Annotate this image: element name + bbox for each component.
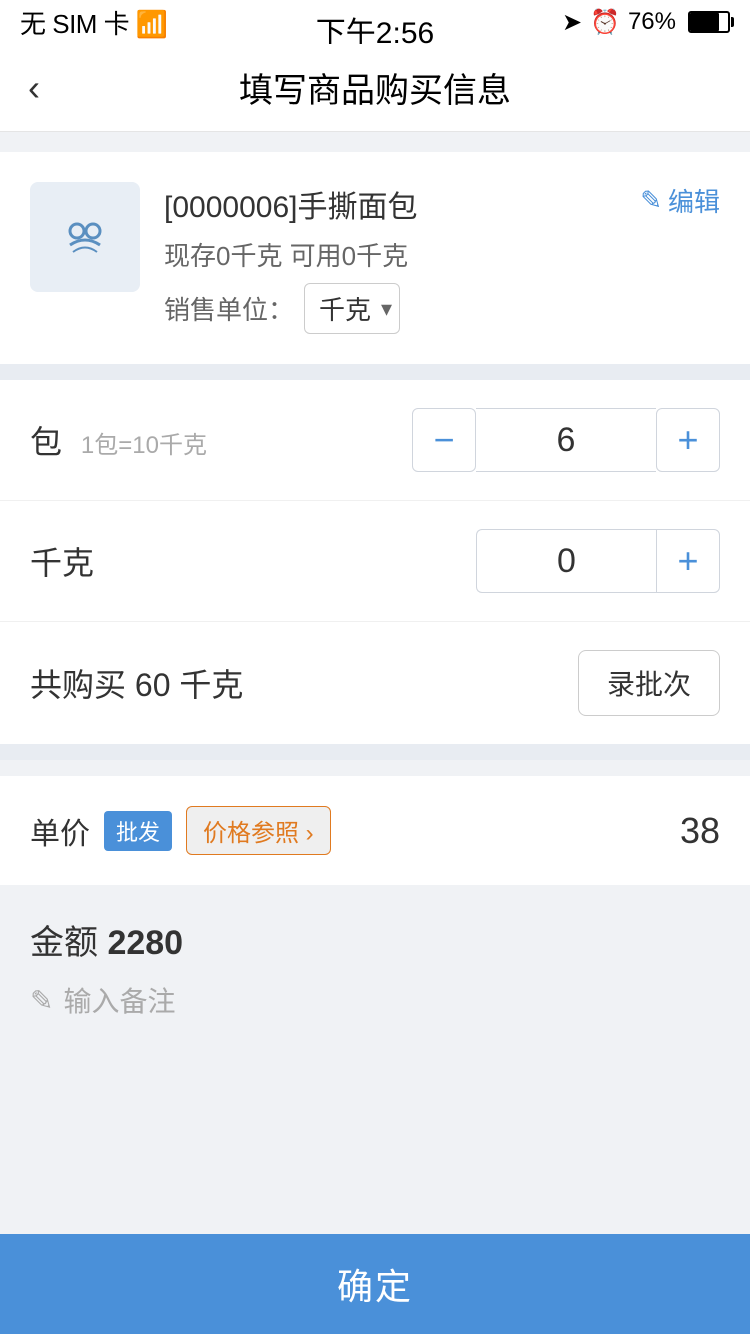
battery-text: 76% bbox=[628, 8, 676, 36]
product-card: [0000006]手撕面包 现存0千克 可用0千克 销售单位： 千克 ✎ 编辑 bbox=[0, 152, 750, 364]
page-title: 填写商品购买信息 bbox=[239, 63, 511, 112]
qty-plus-kg[interactable]: + bbox=[656, 529, 720, 593]
product-stock: 现存0千克 可用0千克 bbox=[164, 236, 720, 273]
summary-text: 共购买 60 千克 bbox=[30, 660, 243, 706]
divider-1 bbox=[0, 364, 750, 380]
quantity-row-kg: 千克 + bbox=[0, 501, 750, 622]
quantity-row-bao: 包 1包=10千克 − + bbox=[0, 380, 750, 501]
remark-icon: ✎ bbox=[30, 984, 53, 1017]
qty-label-bao: 包 1包=10千克 bbox=[30, 417, 412, 463]
status-left: 无 SIM 卡 📶 bbox=[20, 4, 168, 41]
qty-label-kg: 千克 bbox=[30, 538, 476, 584]
location-icon: ➤ bbox=[562, 8, 582, 37]
product-unit-row: 销售单位： 千克 bbox=[164, 283, 720, 334]
summary-row: 共购买 60 千克 录批次 bbox=[0, 622, 750, 744]
price-value: 38 bbox=[680, 810, 720, 852]
remark-placeholder[interactable]: 输入备注 bbox=[63, 980, 175, 1020]
back-button[interactable]: ‹ bbox=[28, 67, 40, 109]
product-info: [0000006]手撕面包 现存0千克 可用0千克 销售单位： 千克 bbox=[164, 182, 720, 334]
product-thumbnail bbox=[30, 182, 140, 292]
product-name: [0000006]手撕面包 bbox=[164, 182, 720, 226]
remark-row[interactable]: ✎ 输入备注 bbox=[30, 980, 720, 1020]
price-label: 单价 bbox=[30, 809, 90, 853]
batch-button[interactable]: 录批次 bbox=[578, 650, 720, 716]
amount-value: 2280 bbox=[107, 924, 183, 962]
status-bar: 无 SIM 卡 📶 下午2:56 ➤ ⏰ 76% bbox=[0, 0, 750, 44]
amount-section: 金额 2280 ✎ 输入备注 bbox=[0, 885, 750, 1040]
edit-icon: ✎ bbox=[640, 185, 662, 216]
qty-control-bao: − + bbox=[412, 408, 720, 472]
alarm-icon: ⏰ bbox=[590, 8, 620, 37]
nav-bar: ‹ 填写商品购买信息 bbox=[0, 44, 750, 132]
qty-plus-bao[interactable]: + bbox=[656, 408, 720, 472]
price-left: 单价 批发 价格参照 › bbox=[30, 806, 331, 855]
qty-input-bao[interactable] bbox=[476, 408, 656, 472]
edit-button[interactable]: ✎ 编辑 bbox=[640, 182, 720, 219]
unit-select[interactable]: 千克 bbox=[304, 283, 400, 334]
unit-select-wrap[interactable]: 千克 bbox=[304, 283, 400, 334]
status-right: ➤ ⏰ 76% bbox=[562, 8, 730, 37]
battery-icon bbox=[688, 11, 730, 33]
unit-label: 销售单位： bbox=[164, 290, 294, 327]
qty-minus-bao[interactable]: − bbox=[412, 408, 476, 472]
divider-2 bbox=[0, 744, 750, 760]
price-ref-button[interactable]: 价格参照 › bbox=[186, 806, 331, 855]
price-section: 单价 批发 价格参照 › 38 bbox=[0, 776, 750, 885]
amount-label: 金额 bbox=[30, 924, 98, 962]
qty-input-kg[interactable] bbox=[476, 529, 656, 593]
amount-row: 金额 2280 bbox=[30, 915, 720, 964]
price-tag: 批发 bbox=[104, 811, 172, 851]
quantity-section: 包 1包=10千克 − + 千克 + bbox=[0, 380, 750, 622]
qty-hint-bao: 1包=10千克 bbox=[81, 432, 207, 459]
qty-control-kg: + bbox=[476, 529, 720, 593]
edit-label: 编辑 bbox=[668, 182, 720, 219]
confirm-button[interactable]: 确定 bbox=[0, 1234, 750, 1334]
product-logo-icon bbox=[55, 207, 115, 267]
